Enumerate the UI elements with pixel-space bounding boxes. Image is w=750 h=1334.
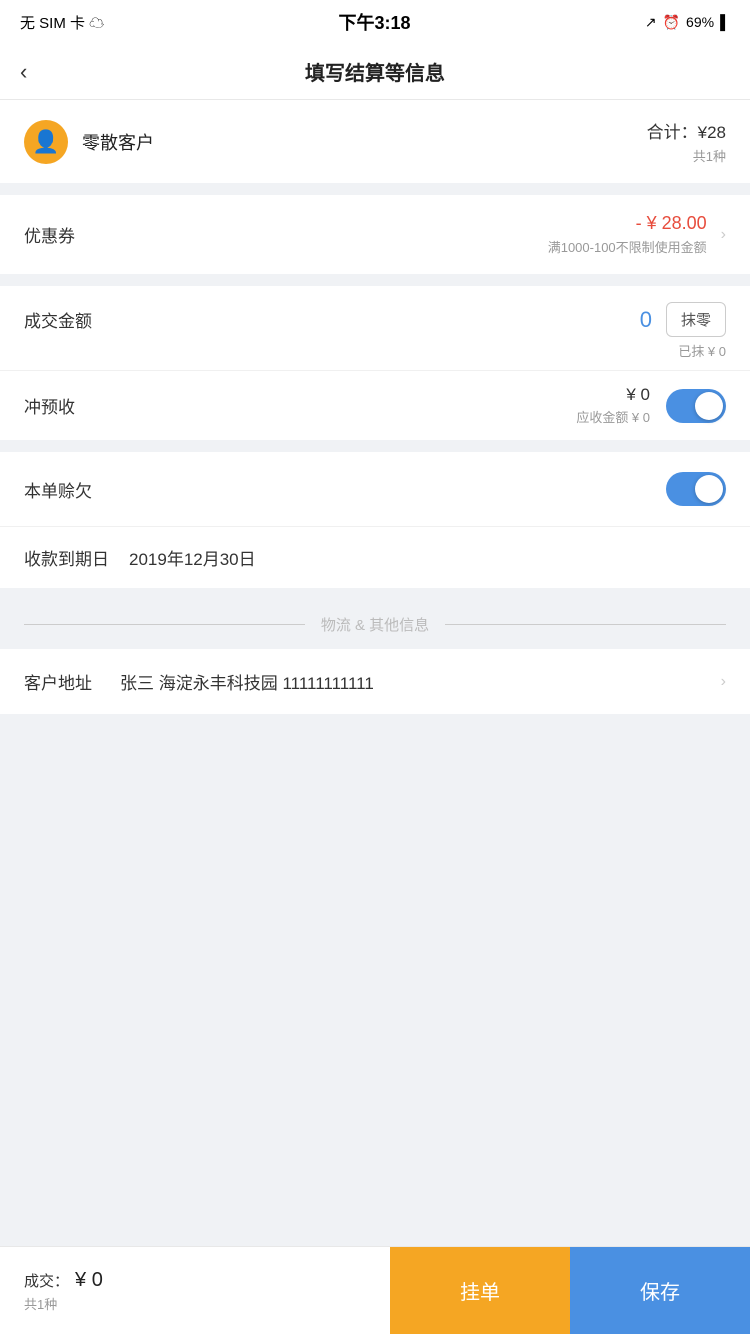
bottom-deal-row: 成交： ¥ 0: [24, 1269, 366, 1292]
coupon-desc: 满1000-100不限制使用金额: [548, 237, 707, 256]
coupon-value-right: - ¥ 28.00 满1000-100不限制使用金额 ›: [104, 213, 726, 256]
debt-section: 本单赊欠 收款到期日 2019年12月30日: [0, 452, 750, 588]
avatar: 👤: [24, 120, 68, 164]
coupon-value: - ¥ 28.00 满1000-100不限制使用金额: [548, 213, 707, 256]
prepay-values: ¥ 0 应收金额 ¥ 0: [576, 385, 650, 426]
date-label: 收款到期日: [24, 545, 109, 570]
divider-text: 物流 & 其他信息: [321, 614, 429, 635]
debt-row: 本单赊欠: [0, 452, 750, 526]
debt-label: 本单赊欠: [24, 477, 92, 502]
customer-row: 👤 零散客户 合计：¥28 共1种: [0, 100, 750, 183]
divider-line-right: [445, 624, 726, 625]
coupon-chevron-icon: ›: [721, 226, 726, 244]
deal-amount-controls: 抹零: [572, 302, 726, 337]
coupon-row[interactable]: 优惠券 - ¥ 28.00 满1000-100不限制使用金额 ›: [0, 195, 750, 274]
round-zero-button[interactable]: 抹零: [666, 302, 726, 337]
prepay-row: 冲预收 ¥ 0 应收金额 ¥ 0: [0, 371, 750, 440]
pending-button[interactable]: 挂单: [390, 1247, 570, 1334]
bottom-deal-label: 成交：: [24, 1270, 69, 1291]
deal-section: 成交金额 抹零 已抹 ¥ 0 冲预收 ¥ 0 应收金额 ¥ 0: [0, 286, 750, 440]
debt-toggle[interactable]: [666, 472, 726, 506]
bottom-bar: 成交： ¥ 0 共1种 挂单 保存: [0, 1246, 750, 1334]
coupon-label: 优惠券: [24, 222, 104, 247]
status-right: ↗ ⏰ 69% ▌: [645, 14, 730, 31]
date-row: 收款到期日 2019年12月30日: [0, 526, 750, 588]
address-chevron-icon: ›: [721, 673, 726, 691]
status-time: 下午3:18: [339, 9, 411, 35]
deal-amount-sub: 已抹 ¥ 0: [24, 341, 726, 360]
prepay-label: 冲预收: [24, 393, 75, 418]
address-label: 客户地址: [24, 669, 104, 694]
battery-label: 69%: [686, 14, 714, 30]
deal-amount-top: 成交金额 抹零: [24, 302, 726, 337]
battery-icon: ▌: [720, 14, 730, 30]
customer-count: 共1种: [647, 146, 726, 165]
save-button[interactable]: 保存: [570, 1247, 750, 1334]
back-button[interactable]: ‹: [20, 59, 27, 85]
alarm-icon: ⏰: [663, 14, 680, 31]
coupon-section: 优惠券 - ¥ 28.00 满1000-100不限制使用金额 ›: [0, 195, 750, 274]
prepay-amount: ¥ 0: [576, 385, 650, 405]
divider-line-left: [24, 624, 305, 625]
page-title: 填写结算等信息: [305, 57, 445, 86]
nav-bar: ‹ 填写结算等信息: [0, 44, 750, 100]
prepay-toggle[interactable]: [666, 389, 726, 423]
bottom-deal-info: 成交： ¥ 0 共1种: [0, 1269, 390, 1313]
deal-amount-input[interactable]: [572, 307, 652, 333]
prepay-toggle-knob: [695, 392, 723, 420]
address-row[interactable]: 客户地址 张三 海淀永丰科技园 11111111111 ›: [0, 649, 750, 714]
no-sim-label: 无 SIM 卡 ☁: [20, 12, 104, 33]
logistics-divider: 物流 & 其他信息: [0, 600, 750, 649]
status-bar: 无 SIM 卡 ☁ 下午3:18 ↗ ⏰ 69% ▌: [0, 0, 750, 44]
deal-amount-label: 成交金额: [24, 307, 104, 332]
deal-amount-row: 成交金额 抹零 已抹 ¥ 0: [0, 286, 750, 371]
address-value: 张三 海淀永丰科技园 11111111111: [120, 669, 721, 694]
debt-toggle-knob: [695, 475, 723, 503]
customer-name: 零散客户: [82, 129, 154, 155]
avatar-icon: 👤: [32, 129, 59, 155]
prepay-right: ¥ 0 应收金额 ¥ 0: [576, 385, 726, 426]
location-icon: ↗: [645, 14, 657, 31]
bottom-deal-count: 共1种: [24, 1294, 366, 1313]
bottom-deal-amount: ¥ 0: [75, 1269, 103, 1292]
status-left: 无 SIM 卡 ☁: [20, 12, 104, 33]
prepay-desc: 应收金额 ¥ 0: [576, 407, 650, 426]
content: 👤 零散客户 合计：¥28 共1种 优惠券 - ¥ 28.00 满1000-10…: [0, 100, 750, 816]
customer-right: 合计：¥28 共1种: [647, 118, 726, 165]
customer-total: 合计：¥28: [647, 118, 726, 143]
coupon-amount: - ¥ 28.00: [548, 213, 707, 234]
date-value: 2019年12月30日: [129, 545, 256, 570]
customer-left: 👤 零散客户: [24, 120, 154, 164]
